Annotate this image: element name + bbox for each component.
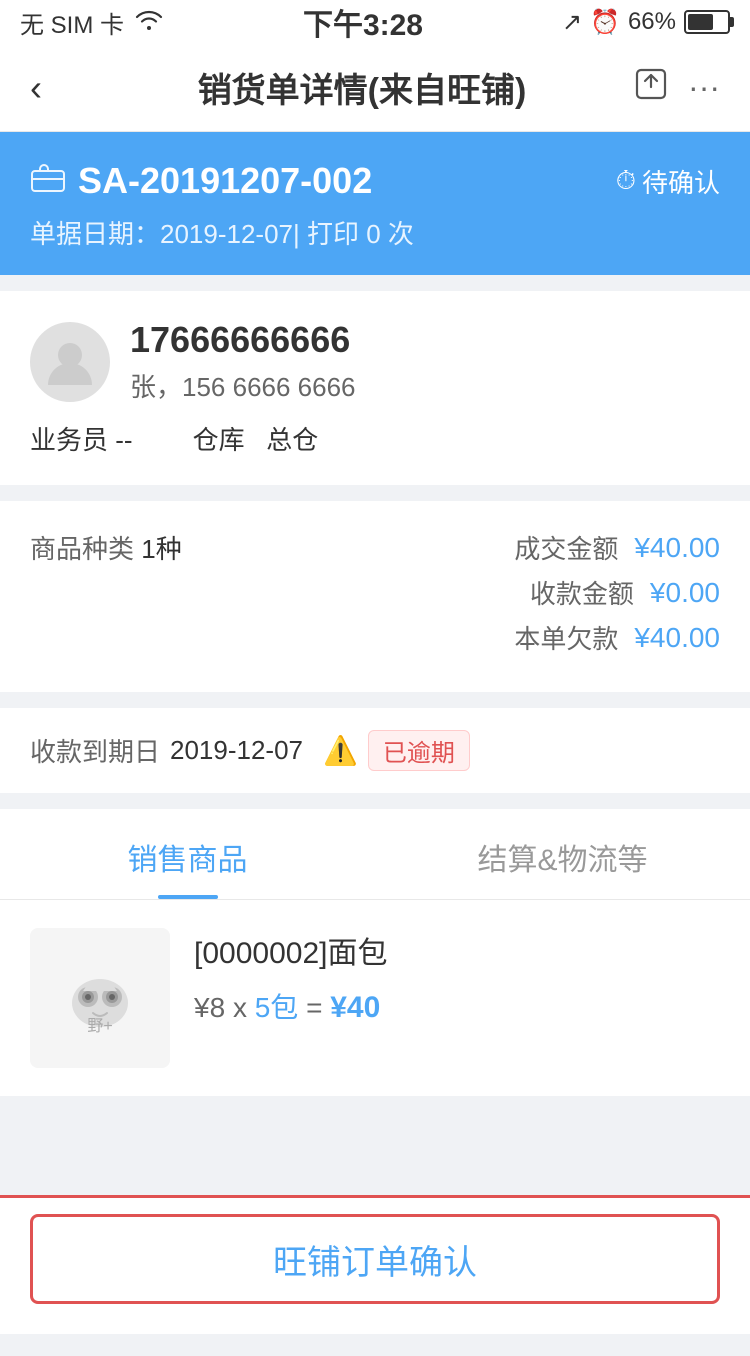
battery-icon — [684, 10, 730, 34]
more-icon[interactable]: ··· — [688, 69, 720, 106]
avatar — [30, 322, 110, 402]
product-info: [0000002]面包 ¥8 x 5包 = ¥40 — [194, 928, 720, 1026]
overdue-icon: ⚠️ — [323, 734, 358, 767]
tabs-bar: 销售商品 结算&物流等 — [0, 809, 750, 900]
product-thumbnail: 野+ — [30, 928, 170, 1068]
nav-bar: ‹ 销货单详情(来自旺铺) ··· — [0, 44, 750, 132]
amounts: 成交金额 ¥40.00 收款金额 ¥0.00 本单欠款 ¥40.00 — [514, 529, 720, 664]
customer-name: 张，156 6666 6666 — [130, 367, 356, 404]
summary-section: 商品种类 1种 成交金额 ¥40.00 收款金额 ¥0.00 本单欠款 ¥40.… — [0, 501, 750, 692]
summary-row: 商品种类 1种 成交金额 ¥40.00 收款金额 ¥0.00 本单欠款 ¥40.… — [30, 529, 720, 664]
product-name: [0000002]面包 — [194, 928, 720, 972]
order-icon — [30, 160, 66, 202]
info-row: 业务员 -- 仓库 总仓 — [30, 420, 720, 457]
warehouse-item: 仓库 总仓 — [193, 420, 319, 457]
customer-phone: 17666666666 — [130, 319, 356, 361]
tab-settlement[interactable]: 结算&物流等 — [375, 809, 750, 899]
svg-text:野+: 野+ — [87, 1017, 112, 1033]
customer-row: 17666666666 张，156 6666 6666 — [30, 319, 720, 404]
customer-section: 17666666666 张，156 6666 6666 业务员 -- 仓库 总仓 — [0, 291, 750, 485]
order-status: ⏱ 待确认 — [616, 163, 720, 200]
clock-icon: ⏱ — [616, 165, 636, 197]
tab-sales-products[interactable]: 销售商品 — [0, 809, 375, 899]
status-time: 下午3:28 — [303, 0, 423, 44]
received-amount-row: 收款金额 ¥0.00 — [514, 574, 720, 611]
bottom-bar: 旺铺订单确认 — [0, 1195, 750, 1334]
overdue-badge: 已逾期 — [368, 730, 470, 771]
order-date: 单据日期：2019-12-07| 打印 0 次 — [30, 214, 720, 251]
received-amount-value: ¥0.00 — [650, 577, 720, 609]
product-price: ¥8 x 5包 = ¥40 — [194, 986, 720, 1026]
deal-amount-value: ¥40.00 — [634, 532, 720, 564]
deal-amount-row: 成交金额 ¥40.00 — [514, 529, 720, 566]
payment-date: 2019-12-07 — [170, 735, 303, 766]
page-title: 销货单详情(来自旺铺) — [90, 63, 634, 112]
wifi-icon — [134, 8, 164, 37]
carrier-text: 无 SIM 卡 — [20, 5, 124, 40]
back-button[interactable]: ‹ — [30, 67, 90, 109]
location-icon: ↗ — [562, 8, 582, 37]
share-icon[interactable] — [634, 67, 668, 109]
due-amount-row: 本单欠款 ¥40.00 — [514, 619, 720, 656]
nav-actions: ··· — [634, 67, 720, 109]
product-kind: 商品种类 1种 — [30, 529, 182, 566]
status-left: 无 SIM 卡 — [20, 5, 164, 40]
status-bar: 无 SIM 卡 下午3:28 ↗ ⏰ 66% — [0, 0, 750, 44]
customer-info: 17666666666 张，156 6666 6666 — [130, 319, 356, 404]
status-right: ↗ ⏰ 66% — [562, 8, 730, 37]
confirm-order-button[interactable]: 旺铺订单确认 — [30, 1214, 720, 1304]
battery-text: 66% — [628, 8, 676, 36]
product-row: 野+ [0000002]面包 ¥8 x 5包 = ¥40 — [30, 928, 720, 1068]
product-section: 野+ [0000002]面包 ¥8 x 5包 = ¥40 — [0, 900, 750, 1096]
order-id: SA-20191207-002 — [30, 160, 372, 202]
overdue-section: 收款到期日 2019-12-07 ⚠️ 已逾期 — [0, 708, 750, 793]
order-header: SA-20191207-002 ⏱ 待确认 单据日期：2019-12-07| 打… — [0, 132, 750, 275]
due-amount-value: ¥40.00 — [634, 622, 720, 654]
alarm-icon: ⏰ — [590, 8, 620, 37]
salesperson-item: 业务员 -- — [30, 420, 133, 457]
payment-label: 收款到期日 — [30, 732, 160, 769]
